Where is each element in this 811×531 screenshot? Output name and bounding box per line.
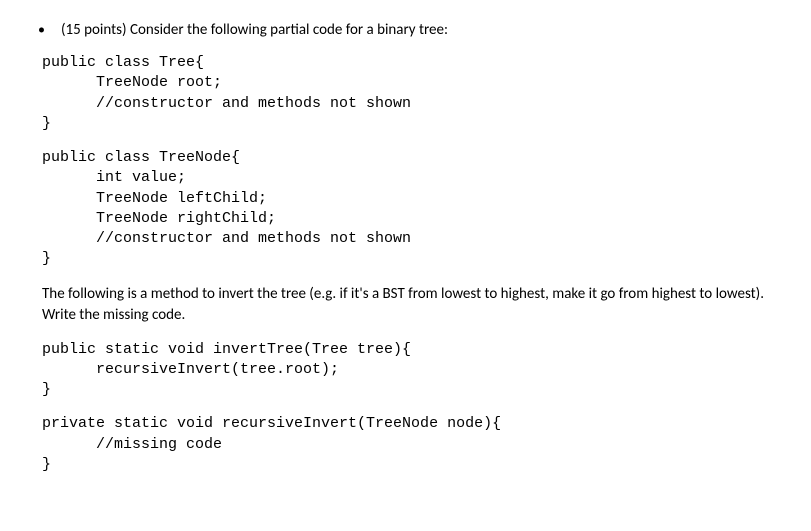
- code-line: public class TreeNode{: [42, 149, 240, 166]
- code-line: }: [42, 115, 51, 132]
- code-line: TreeNode rightChild;: [42, 210, 276, 227]
- code-line: }: [42, 250, 51, 267]
- code-line: public static void invertTree(Tree tree)…: [42, 341, 411, 358]
- code-recursiveinvert-method: private static void recursiveInvert(Tree…: [42, 414, 781, 475]
- code-line: }: [42, 456, 51, 473]
- code-line: //missing code: [42, 436, 222, 453]
- bullet-icon: •: [38, 20, 45, 40]
- code-treenode-class: public class TreeNode{ int value; TreeNo…: [42, 148, 781, 270]
- question-intro: (15 points) Consider the following parti…: [61, 20, 781, 41]
- code-line: recursiveInvert(tree.root);: [42, 361, 339, 378]
- code-line: public class Tree{: [42, 54, 204, 71]
- code-line: int value;: [42, 169, 186, 186]
- method-description: The following is a method to invert the …: [42, 284, 781, 326]
- code-line: TreeNode leftChild;: [42, 190, 267, 207]
- points-label: (15 points): [61, 21, 127, 39]
- code-tree-class: public class Tree{ TreeNode root; //cons…: [42, 53, 781, 134]
- code-line: //constructor and methods not shown: [42, 95, 411, 112]
- code-line: }: [42, 381, 51, 398]
- code-line: private static void recursiveInvert(Tree…: [42, 415, 501, 432]
- question-header: • (15 points) Consider the following par…: [30, 20, 781, 41]
- code-line: //constructor and methods not shown: [42, 230, 411, 247]
- code-inverttree-method: public static void invertTree(Tree tree)…: [42, 340, 781, 401]
- code-line: TreeNode root;: [42, 74, 222, 91]
- intro-text: Consider the following partial code for …: [130, 21, 448, 39]
